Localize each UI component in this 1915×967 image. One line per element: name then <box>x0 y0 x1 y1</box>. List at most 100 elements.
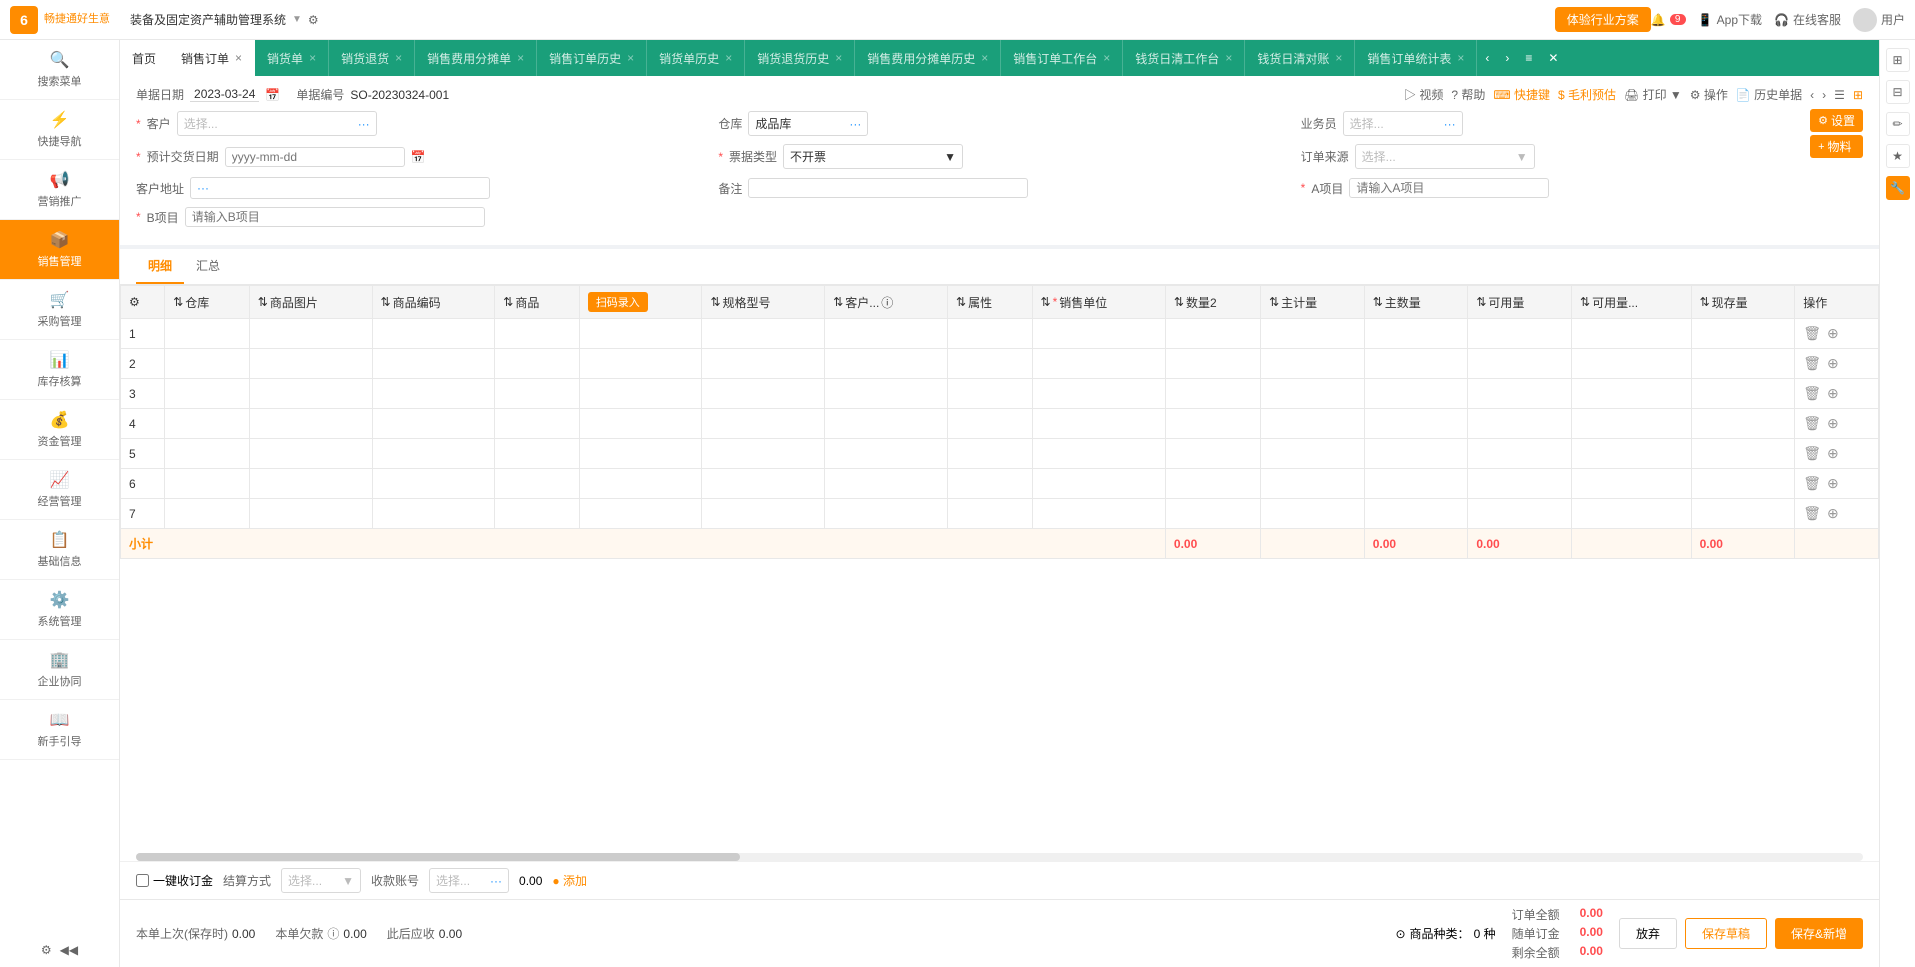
note-input[interactable] <box>748 178 1028 198</box>
cell-product[interactable] <box>495 319 580 349</box>
tab-close-icon[interactable]: × <box>309 51 316 65</box>
dropdown-icon[interactable]: ▼ <box>1516 150 1528 164</box>
sidebar-item-search[interactable]: 🔍 搜索菜单 <box>0 40 119 100</box>
more-icon[interactable]: ··· <box>849 117 861 131</box>
tab-summary[interactable]: 汇总 <box>184 249 232 284</box>
order-source-input[interactable]: 选择... ▼ <box>1355 144 1535 169</box>
delete-row-btn[interactable]: 🗑 <box>1803 475 1821 492</box>
tab-fee-history[interactable]: 销售费用分摊单历史 × <box>855 40 1001 76</box>
tab-close-icon[interactable]: × <box>981 51 988 65</box>
right-panel-btn-2[interactable]: ⊟ <box>1886 80 1910 104</box>
delete-row-btn[interactable]: 🗑 <box>1803 415 1821 432</box>
sidebar-collapse-icon[interactable]: ◀◀ <box>60 943 78 957</box>
th-attribute[interactable]: ⇅ 属性 <box>948 286 1033 319</box>
th-sales-unit[interactable]: ⇅ *销售单位 <box>1032 286 1165 319</box>
sidebar-settings-icon[interactable]: ⚙ <box>41 943 52 957</box>
cell-available2[interactable] <box>1572 319 1692 349</box>
th-quantity2[interactable]: ⇅ 数量2 <box>1165 286 1260 319</box>
dropdown-icon[interactable]: ▼ <box>944 150 956 164</box>
copy-row-btn[interactable]: ⊕ <box>1827 475 1839 492</box>
delete-row-btn[interactable]: 🗑 <box>1803 355 1821 372</box>
profit-btn[interactable]: $ 毛利预估 <box>1558 86 1616 103</box>
cell-sales-unit[interactable] <box>1032 319 1165 349</box>
cell-warehouse[interactable] <box>165 319 250 349</box>
info-icon[interactable]: ⓘ <box>327 925 339 942</box>
app-download-item[interactable]: 📱 App下载 <box>1698 11 1762 28</box>
tab-reconcile[interactable]: 钱货日清对账 × <box>1245 40 1355 76</box>
grid-view-btn[interactable]: ⊞ <box>1853 88 1863 102</box>
cell-available[interactable] <box>1468 319 1572 349</box>
sidebar-item-system[interactable]: ⚙️ 系统管理 <box>0 580 119 640</box>
right-panel-btn-3[interactable]: ✏ <box>1886 112 1910 136</box>
a-project-input[interactable] <box>1349 178 1549 198</box>
user-item[interactable]: 用户 <box>1853 8 1905 32</box>
warehouse-input[interactable]: 成品库 ··· <box>748 111 868 136</box>
shortcut-btn[interactable]: ⌨ 快捷键 <box>1493 86 1550 103</box>
date-value[interactable]: 2023-03-24 <box>190 87 259 102</box>
delete-row-btn[interactable]: 🗑 <box>1803 505 1821 522</box>
dropdown-icon[interactable]: ▼ <box>342 874 354 888</box>
more-icon[interactable]: ··· <box>1444 117 1456 131</box>
copy-row-btn[interactable]: ⊕ <box>1827 385 1839 402</box>
sidebar-item-purchase[interactable]: 🛒 采购管理 <box>0 280 119 340</box>
account-select[interactable]: 选择... ··· <box>429 868 509 893</box>
tab-detail[interactable]: 明细 <box>136 249 184 284</box>
tab-sales-history[interactable]: 销售订单历史 × <box>537 40 647 76</box>
cell-code[interactable] <box>372 319 495 349</box>
online-service-item[interactable]: 🎧 在线客服 <box>1774 11 1841 28</box>
copy-row-btn[interactable]: ⊕ <box>1827 325 1839 342</box>
th-product[interactable]: ⇅ 商品 <box>495 286 580 319</box>
tab-close-icon[interactable]: × <box>395 51 402 65</box>
th-customer-code[interactable]: ⇅ 客户... ⓘ <box>825 286 948 319</box>
tab-close-all[interactable]: ✕ <box>1540 51 1566 65</box>
tab-sales-order[interactable]: 销售订单 × <box>169 40 255 76</box>
prev-record-btn[interactable]: ‹ <box>1810 88 1814 102</box>
cell-customer-code[interactable] <box>825 319 948 349</box>
sidebar-item-finance[interactable]: 💰 资金管理 <box>0 400 119 460</box>
tab-sales-goods[interactable]: 销货单 × <box>255 40 329 76</box>
one-click-label[interactable]: 一键收订金 <box>136 872 213 889</box>
sidebar-item-enterprise[interactable]: 🏢 企业协同 <box>0 640 119 700</box>
delete-row-btn[interactable]: 🗑 <box>1803 325 1821 342</box>
sidebar-item-guide[interactable]: 📖 新手引导 <box>0 700 119 760</box>
tab-close-icon[interactable]: × <box>725 51 732 65</box>
tab-close-icon[interactable]: × <box>835 51 842 65</box>
copy-row-btn[interactable]: ⊕ <box>1827 415 1839 432</box>
tab-stats[interactable]: 销售订单统计表 × <box>1355 40 1477 76</box>
cell-image[interactable] <box>249 319 372 349</box>
scrollbar-thumb[interactable] <box>136 853 740 861</box>
operation-btn[interactable]: ⚙ 操作 <box>1690 86 1728 103</box>
video-btn[interactable]: ▷ 视频 <box>1404 86 1443 103</box>
solution-button[interactable]: 体验行业方案 <box>1555 7 1651 32</box>
settings-float-btn[interactable]: ⚙ 设置 <box>1810 109 1863 132</box>
delete-row-btn[interactable]: 🗑 <box>1803 385 1821 402</box>
th-main-unit[interactable]: ⇅ 主计量 <box>1261 286 1365 319</box>
horizontal-scrollbar[interactable] <box>136 853 1863 861</box>
cell-main-qty[interactable] <box>1364 319 1468 349</box>
tab-nav-more[interactable]: ≡ <box>1517 51 1540 65</box>
tab-home[interactable]: 首页 <box>120 40 169 76</box>
print-btn[interactable]: 🖨 打印 ▼ <box>1624 86 1682 103</box>
sidebar-item-inventory[interactable]: 📊 库存核算 <box>0 340 119 400</box>
list-view-btn[interactable]: ☰ <box>1834 88 1845 102</box>
b-project-input[interactable] <box>185 207 485 227</box>
tab-close-icon[interactable]: × <box>517 51 524 65</box>
tab-nav-next[interactable]: › <box>1497 51 1517 65</box>
one-click-checkbox[interactable] <box>136 874 149 887</box>
add-btn[interactable]: ● 添加 <box>552 872 587 889</box>
salesperson-input[interactable]: 选择... ··· <box>1343 111 1463 136</box>
settings-icon[interactable]: ⚙ <box>308 13 319 27</box>
history-btn[interactable]: 📄 历史单据 <box>1736 86 1802 103</box>
th-product-image[interactable]: ⇅ 商品图片 <box>249 286 372 319</box>
copy-row-btn[interactable]: ⊕ <box>1827 355 1839 372</box>
cell-stock[interactable] <box>1691 319 1795 349</box>
th-current-stock[interactable]: ⇅ 现存量 <box>1691 286 1795 319</box>
customer-input[interactable]: 选择... ··· <box>177 111 377 136</box>
tab-return-history[interactable]: 销货退货历史 × <box>745 40 855 76</box>
dropdown-arrow-icon[interactable]: ▼ <box>292 14 302 25</box>
tab-sales-fee[interactable]: 销售费用分摊单 × <box>415 40 537 76</box>
copy-row-btn[interactable]: ⊕ <box>1827 505 1839 522</box>
tab-close-icon[interactable]: × <box>1457 51 1464 65</box>
scan-button[interactable]: 扫码录入 <box>588 292 648 312</box>
sidebar-item-basic-info[interactable]: 📋 基础信息 <box>0 520 119 580</box>
